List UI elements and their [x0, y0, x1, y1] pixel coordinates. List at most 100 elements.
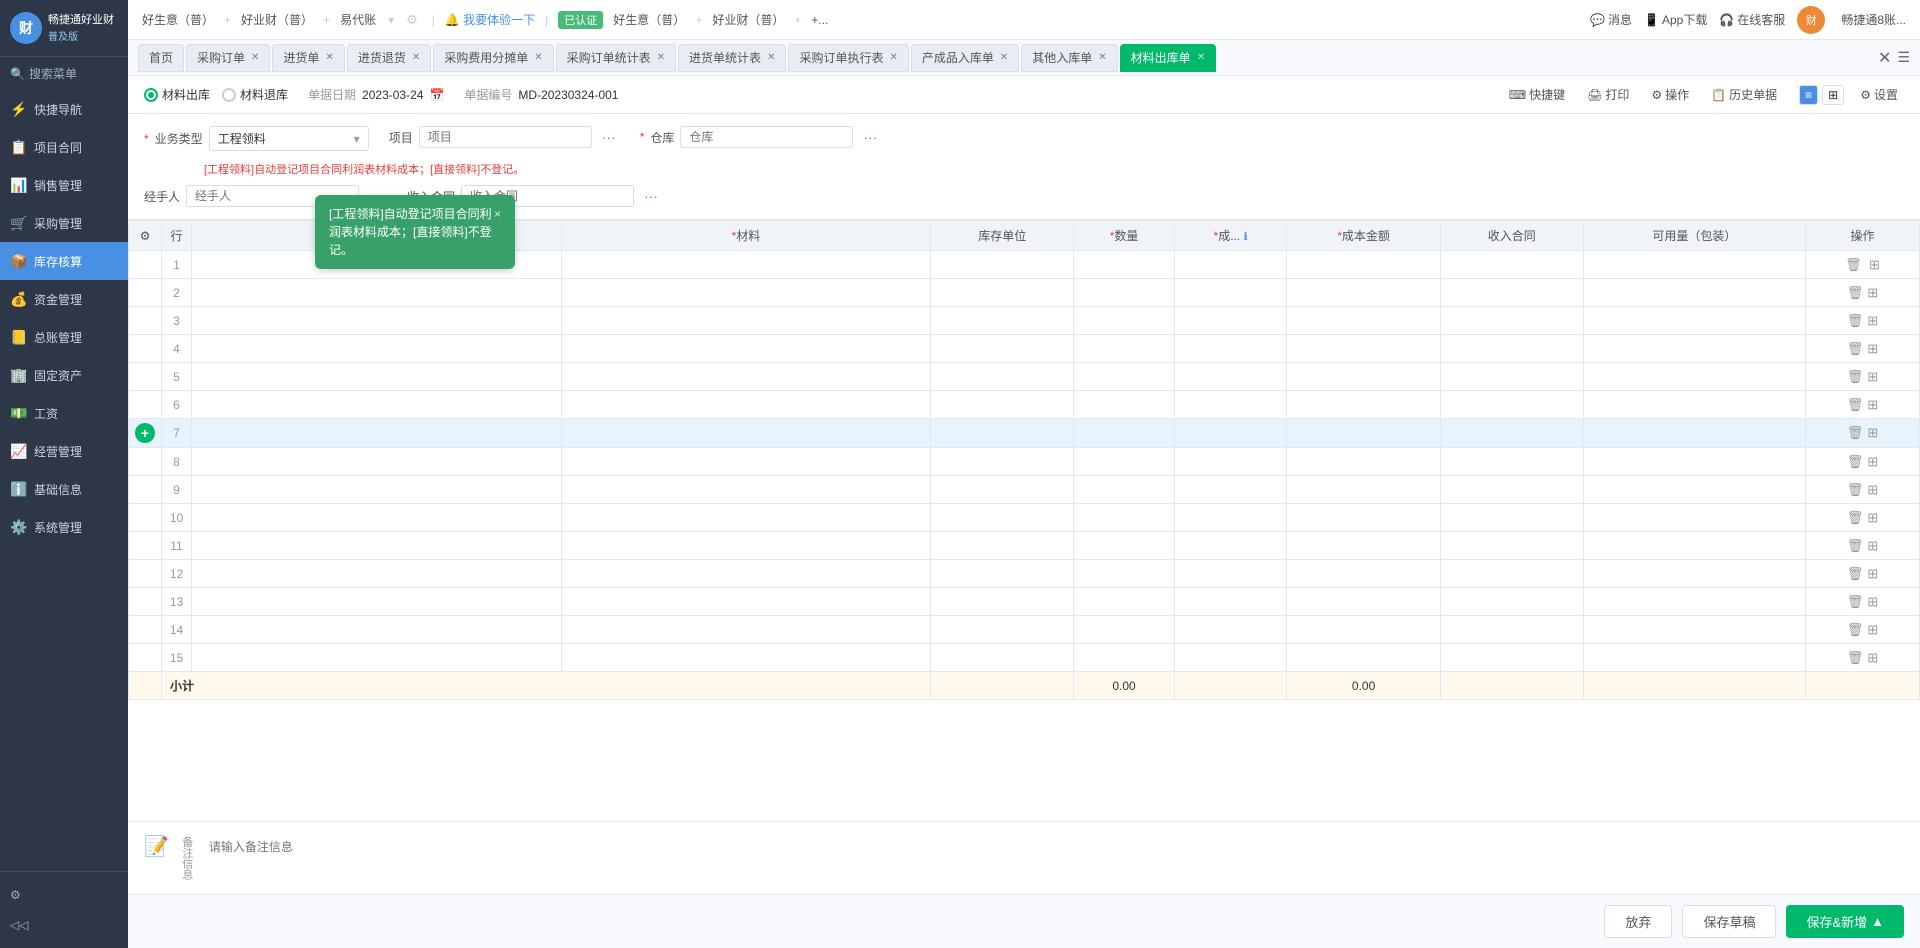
- row-material-1[interactable]: [561, 251, 931, 279]
- copy-icon[interactable]: ⊞: [1865, 482, 1880, 497]
- copy-icon[interactable]: ⊞: [1865, 313, 1880, 328]
- warehouse-input[interactable]: [680, 126, 853, 148]
- delete-icon[interactable]: 🗑: [1845, 622, 1866, 637]
- sidebar-item-ledger[interactable]: 📒 总账管理: [0, 318, 128, 356]
- tab-close[interactable]: ✕: [412, 52, 420, 63]
- copy-icon[interactable]: ⊞: [1865, 650, 1880, 665]
- sidebar-search[interactable]: 🔍 搜索菜单: [0, 57, 128, 90]
- add-row-btn[interactable]: +: [135, 423, 155, 443]
- tab-close[interactable]: ✕: [767, 52, 775, 63]
- sidebar-item-inventory[interactable]: 📦 库存核算: [0, 242, 128, 280]
- sidebar-settings[interactable]: ⚙: [0, 880, 128, 910]
- row-income-1[interactable]: [1440, 251, 1583, 279]
- action-history[interactable]: 📋 历史单据: [1705, 84, 1783, 105]
- tab-close-all[interactable]: ✕: [1878, 48, 1891, 68]
- tab-finished-goods[interactable]: 产成品入库单 ✕: [911, 44, 1019, 72]
- sidebar-item-project[interactable]: 📋 项目合同: [0, 128, 128, 166]
- delete-icon[interactable]: 🗑: [1845, 341, 1866, 356]
- copy-icon[interactable]: ⊞: [1865, 622, 1880, 637]
- tab-close[interactable]: ✕: [889, 52, 897, 63]
- row-cost-amt-1[interactable]: [1287, 251, 1440, 279]
- delete-icon[interactable]: 🗑: [1845, 594, 1866, 609]
- tab-purchase-expense[interactable]: 采购费用分摊单 ✕: [433, 44, 553, 72]
- username[interactable]: 畅捷通8账...: [1837, 9, 1910, 30]
- sidebar-item-operations[interactable]: 📈 经营管理: [0, 432, 128, 470]
- remarks-input[interactable]: [205, 832, 1904, 862]
- order-value[interactable]: MD-20230324-001: [518, 88, 618, 102]
- delete-icon[interactable]: 🗑: [1845, 482, 1866, 497]
- radio-material-return[interactable]: 材料退库: [222, 86, 288, 103]
- action-operate[interactable]: ⚙ 操作: [1645, 84, 1695, 105]
- copy-icon[interactable]: ⊞: [1865, 594, 1880, 609]
- tab-home[interactable]: 首页: [138, 44, 184, 72]
- topbar-more[interactable]: +...: [807, 11, 832, 29]
- copy-icon[interactable]: ⊞: [1865, 341, 1880, 356]
- topbar-good-biz[interactable]: 好生意（普）: [138, 9, 218, 30]
- delete-icon[interactable]: 🗑: [1845, 397, 1866, 412]
- sidebar-collapse[interactable]: ◁◁: [0, 910, 128, 940]
- row-cost-1[interactable]: [1174, 251, 1287, 279]
- delete-icon[interactable]: 🗑: [1845, 566, 1866, 581]
- tab-close[interactable]: ✕: [657, 52, 665, 63]
- radio-material-out[interactable]: 材料出库: [144, 86, 210, 103]
- tab-close[interactable]: ✕: [251, 52, 259, 63]
- copy-icon[interactable]: ⊞: [1865, 369, 1880, 384]
- tab-incoming-return[interactable]: 进货退货 ✕: [347, 44, 431, 72]
- topbar-online-service[interactable]: 🎧 在线客服: [1719, 11, 1785, 28]
- view-card-btn[interactable]: ⊞: [1822, 85, 1844, 105]
- sidebar-item-sysadmin[interactable]: ⚙️ 系统管理: [0, 508, 128, 546]
- active-material-input[interactable]: [568, 426, 925, 440]
- project-input[interactable]: [419, 126, 592, 148]
- sidebar-item-quicknav[interactable]: ⚡ 快捷导航: [0, 90, 128, 128]
- business-type-select[interactable]: 工程领料 ▾: [209, 126, 369, 151]
- topbar-good-wealth2[interactable]: 好业财（普）: [708, 9, 788, 30]
- tab-incoming[interactable]: 进货单 ✕: [272, 44, 344, 72]
- delete-icon[interactable]: 🗑: [1845, 425, 1866, 440]
- table-wrapper[interactable]: ⚙ 行 项目 *材料 库存单位 *数量 *成... ℹ *成本金额 收入合同 可…: [128, 220, 1920, 821]
- delete-icon[interactable]: 🗑: [1845, 313, 1866, 328]
- tab-close[interactable]: ✕: [534, 52, 542, 63]
- delete-icon[interactable]: 🗑: [1845, 650, 1866, 665]
- tooltip-close[interactable]: ×: [494, 205, 501, 223]
- sidebar-item-sales[interactable]: 📊 销售管理: [0, 166, 128, 204]
- copy-icon[interactable]: ⊞: [1865, 425, 1880, 440]
- topbar-good-wealth[interactable]: 好业财（普）: [237, 9, 317, 30]
- delete-icon[interactable]: 🗑: [1845, 369, 1866, 384]
- topbar-app-download[interactable]: 📱 App下载: [1644, 11, 1707, 28]
- tab-incoming-stats[interactable]: 进货单统计表 ✕: [678, 44, 786, 72]
- active-project-input[interactable]: [198, 426, 555, 440]
- copy-icon[interactable]: ⊞: [1867, 257, 1882, 272]
- sidebar-item-basicinfo[interactable]: ℹ️ 基础信息: [0, 470, 128, 508]
- copy-icon[interactable]: ⊞: [1865, 454, 1880, 469]
- tab-purchase-stats[interactable]: 采购订单统计表 ✕: [556, 44, 676, 72]
- copy-icon[interactable]: ⊞: [1865, 510, 1880, 525]
- copy-icon[interactable]: ⊞: [1865, 285, 1880, 300]
- tab-material-outstock[interactable]: 材料出库单 ✕: [1120, 44, 1216, 72]
- tab-close[interactable]: ✕: [1000, 52, 1008, 63]
- income-contract-dots[interactable]: ···: [640, 188, 662, 204]
- action-shortcut[interactable]: ⌨ 快捷键: [1503, 84, 1571, 105]
- row-qty-1[interactable]: [1074, 251, 1175, 279]
- calendar-icon[interactable]: 📅: [429, 88, 444, 102]
- delete-icon[interactable]: 🗑: [1845, 285, 1866, 300]
- copy-icon[interactable]: ⊞: [1865, 397, 1880, 412]
- warehouse-dots[interactable]: ···: [859, 129, 881, 145]
- delete-icon[interactable]: 🗑: [1845, 538, 1866, 553]
- view-table-btn[interactable]: ≡: [1799, 85, 1818, 105]
- action-print[interactable]: 🖨 打印: [1581, 84, 1635, 105]
- tab-purchase-exec[interactable]: 采购订单执行表 ✕: [788, 44, 908, 72]
- delete-icon[interactable]: 🗑: [1845, 510, 1866, 525]
- tab-purchase-order[interactable]: 采购订单 ✕: [186, 44, 270, 72]
- sidebar-item-purchase[interactable]: 🛒 采购管理: [0, 204, 128, 242]
- col-settings[interactable]: ⚙: [129, 221, 162, 251]
- delete-icon[interactable]: 🗑: [1843, 257, 1864, 272]
- date-value[interactable]: 2023-03-24: [362, 88, 423, 102]
- copy-icon[interactable]: ⊞: [1865, 566, 1880, 581]
- draft-button[interactable]: 保存草稿: [1682, 905, 1776, 938]
- topbar-message[interactable]: 💬 消息: [1590, 11, 1632, 28]
- topbar-experience[interactable]: 🔔 我要体验一下: [445, 11, 535, 28]
- action-settings[interactable]: ⚙ 设置: [1854, 84, 1904, 105]
- user-avatar[interactable]: 财: [1797, 6, 1825, 34]
- project-dots[interactable]: ···: [598, 129, 620, 145]
- tab-close-active[interactable]: ✕: [1197, 52, 1205, 63]
